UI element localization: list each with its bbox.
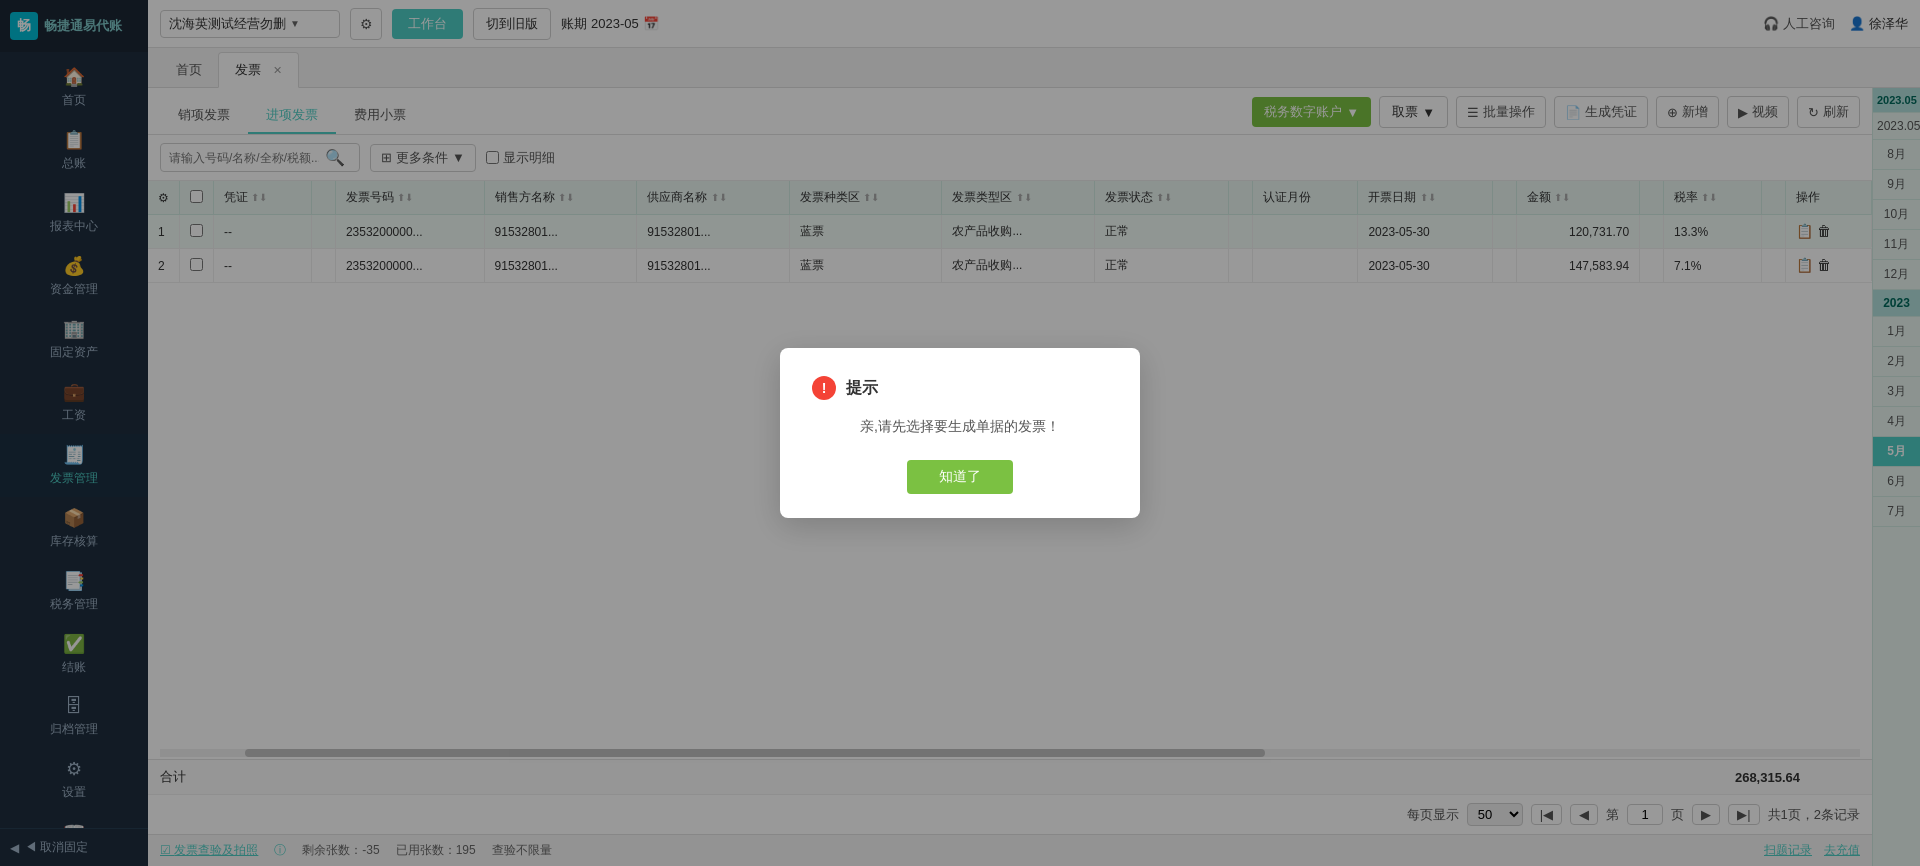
dialog-footer: 知道了 [812,460,1108,494]
dialog-body: 亲,请先选择要生成单据的发票！ [812,418,1108,436]
dialog-title-text: 提示 [846,378,878,399]
dialog-box: ! 提示 亲,请先选择要生成单据的发票！ 知道了 [780,348,1140,518]
dialog-confirm-button[interactable]: 知道了 [907,460,1013,494]
dialog-message: 亲,请先选择要生成单据的发票！ [860,418,1060,434]
dialog-overlay: ! 提示 亲,请先选择要生成单据的发票！ 知道了 [0,0,1920,866]
warning-icon: ! [812,376,836,400]
dialog-title: ! 提示 [812,376,1108,400]
